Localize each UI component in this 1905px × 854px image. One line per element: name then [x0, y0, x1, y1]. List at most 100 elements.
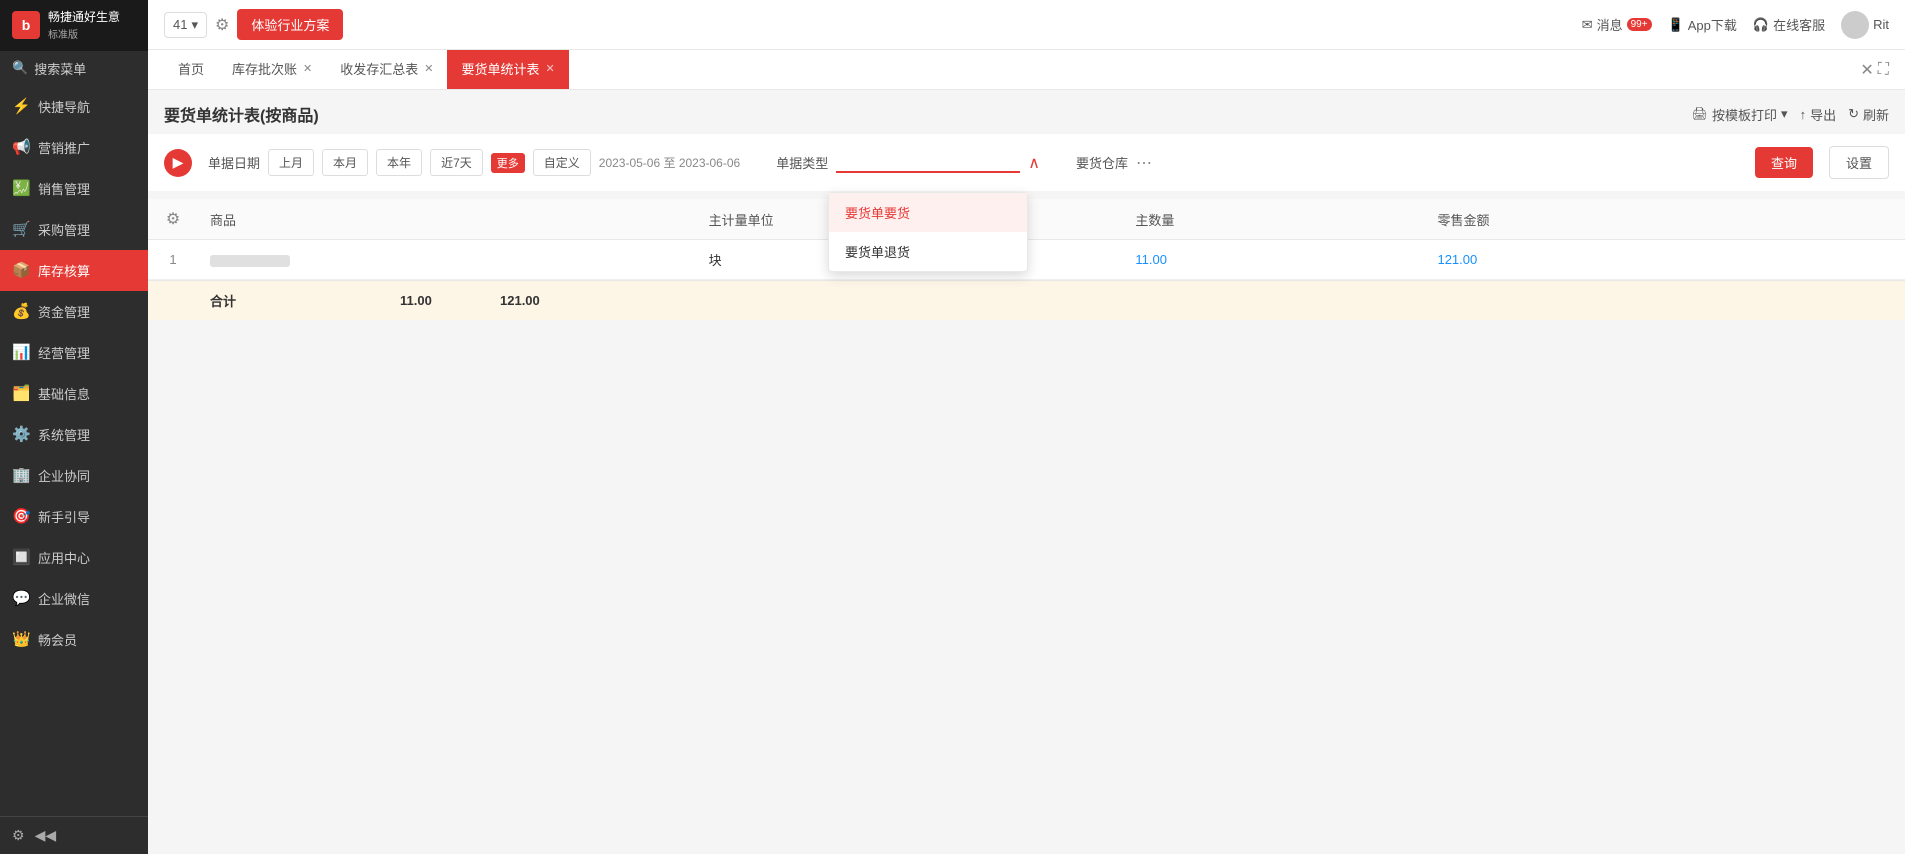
col-amount: 零售金额: [1425, 199, 1789, 240]
sidebar-item-inventory[interactable]: 📦 库存核算: [0, 250, 148, 291]
dropdown-item-order-return[interactable]: 要货单退货: [829, 232, 1027, 271]
warehouse-label: 要货仓库: [1076, 153, 1128, 172]
tab-receive-summary-close[interactable]: ✕: [424, 62, 433, 75]
sidebar-item-operations[interactable]: 📊 经营管理: [0, 332, 148, 373]
print-icon: 🖨: [1692, 106, 1709, 122]
system-icon: ⚙️: [12, 425, 30, 443]
col-gear: ⚙: [148, 199, 198, 240]
product-placeholder: [210, 255, 290, 267]
date-7days-btn[interactable]: 近7天: [430, 149, 483, 176]
messages-action[interactable]: ✉ 消息 99+: [1582, 15, 1652, 34]
date-range-text: 2023-05-06 至 2023-06-06: [599, 154, 740, 171]
table-settings-icon[interactable]: ⚙: [166, 211, 180, 228]
sidebar-bottom: ⚙ ◀◀: [0, 816, 148, 854]
member-icon: 👑: [12, 630, 30, 648]
tab-order-summary-close[interactable]: ✕: [546, 62, 555, 75]
tab-home[interactable]: 首页: [164, 50, 218, 89]
app-sub: 标准版: [48, 26, 120, 41]
online-service-action[interactable]: 🎧 在线客服: [1753, 15, 1825, 34]
logo-icon: b: [12, 11, 40, 39]
print-button[interactable]: 🖨 按模板打印 ▾: [1692, 105, 1788, 124]
sidebar-item-member[interactable]: 👑 畅会员: [0, 619, 148, 660]
sidebar-item-system[interactable]: ⚙️ 系统管理: [0, 414, 148, 455]
sidebar-item-finance[interactable]: 💰 资金管理: [0, 291, 148, 332]
page-title: 要货单统计表(按商品): [164, 102, 319, 126]
date-this-year-btn[interactable]: 本年: [376, 149, 422, 176]
sidebar: b 畅捷通好生意 标准版 🔍 搜索菜单 ⚡ 快捷导航 📢 营销推广 💹 销售管理…: [0, 0, 148, 854]
warehouse-more-icon[interactable]: ⋯: [1136, 153, 1152, 173]
sidebar-item-label: 资金管理: [38, 302, 90, 321]
tabbar-expand[interactable]: ⛶: [1878, 61, 1889, 79]
export-button[interactable]: ↑ 导出: [1800, 105, 1837, 124]
type-input[interactable]: [836, 152, 1020, 173]
cell-quantity: 11.00: [1123, 240, 1425, 280]
sidebar-item-wechat[interactable]: 💬 企业微信: [0, 578, 148, 619]
sidebar-item-quick-nav[interactable]: ⚡ 快捷导航: [0, 86, 148, 127]
message-icon: ✉: [1582, 17, 1593, 33]
sidebar-collapse-icon[interactable]: ◀◀: [35, 827, 57, 844]
sidebar-item-label: 库存核算: [38, 261, 90, 280]
app-center-icon: 🔲: [12, 548, 30, 566]
sidebar-item-sales[interactable]: 💹 销售管理: [0, 168, 148, 209]
dropdown-item-label: 要货单退货: [845, 245, 910, 260]
search-icon: 🔍: [12, 60, 28, 76]
tab-inventory-batch[interactable]: 库存批次账 ✕: [218, 50, 326, 89]
type-label: 单据类型: [776, 153, 828, 172]
messages-badge: 99+: [1627, 18, 1652, 31]
tab-inventory-batch-close[interactable]: ✕: [303, 62, 312, 75]
app-title: 畅捷通好生意: [48, 10, 120, 26]
service-label: 在线客服: [1773, 15, 1825, 34]
export-label: 导出: [1810, 105, 1836, 124]
set-button[interactable]: 设置: [1829, 146, 1889, 179]
user-profile[interactable]: Rit: [1841, 11, 1889, 39]
filter-expand-button[interactable]: ▶: [164, 149, 192, 177]
export-icon: ↑: [1800, 107, 1807, 122]
table-footer: 合计 11.00 121.00: [148, 280, 1905, 320]
sidebar-item-label: 企业协同: [38, 466, 90, 485]
date-last-month-btn[interactable]: 上月: [268, 149, 314, 176]
topbar-left: 41 ▾ ⚙ 体验行业方案: [164, 9, 1570, 40]
sidebar-item-app-center[interactable]: 🔲 应用中心: [0, 537, 148, 578]
trial-button[interactable]: 体验行业方案: [237, 9, 343, 40]
date-this-month-btn[interactable]: 本月: [322, 149, 368, 176]
company-selector[interactable]: 41 ▾: [164, 12, 207, 38]
tab-order-summary[interactable]: 要货单统计表 ✕: [447, 50, 568, 89]
topbar-settings-icon[interactable]: ⚙: [215, 15, 229, 35]
dropdown-item-order-goods[interactable]: 要货单要货: [829, 193, 1027, 232]
date-more-badge[interactable]: 更多: [491, 153, 525, 173]
app-download-label: App下载: [1688, 15, 1737, 34]
tab-receive-summary[interactable]: 收发存汇总表 ✕: [326, 50, 447, 89]
avatar: [1841, 11, 1869, 39]
tabbar-close-all[interactable]: ✕: [1860, 60, 1873, 80]
type-clear-icon[interactable]: ∧: [1028, 153, 1040, 173]
sidebar-item-basic-info[interactable]: 🗂️ 基础信息: [0, 373, 148, 414]
filter-area: ▶ 单据日期 上月 本月 本年 近7天 更多 自定义 2023-05-06 至 …: [148, 134, 1905, 191]
date-custom-btn[interactable]: 自定义: [533, 149, 591, 176]
sidebar-item-label: 企业微信: [38, 589, 90, 608]
sidebar-item-marketing[interactable]: 📢 营销推广: [0, 127, 148, 168]
sidebar-item-enterprise[interactable]: 🏢 企业协同: [0, 455, 148, 496]
sidebar-item-label: 新手引导: [38, 507, 90, 526]
sidebar-search[interactable]: 🔍 搜索菜单: [0, 51, 148, 86]
filter-date-row: 单据日期 上月 本月 本年 近7天 更多 自定义 2023-05-06 至 20…: [208, 149, 740, 176]
enterprise-icon: 🏢: [12, 466, 30, 484]
page-actions: 🖨 按模板打印 ▾ ↑ 导出 ↻ 刷新: [1692, 105, 1890, 124]
sidebar-item-label: 销售管理: [38, 179, 90, 198]
tab-home-label: 首页: [178, 59, 204, 78]
app-download-action[interactable]: 📱 App下载: [1668, 15, 1737, 34]
query-button[interactable]: 查询: [1755, 147, 1813, 178]
sidebar-item-purchase[interactable]: 🛒 采购管理: [0, 209, 148, 250]
service-icon: 🎧: [1753, 17, 1769, 33]
quick-nav-icon: ⚡: [12, 97, 30, 115]
guide-icon: 🎯: [12, 507, 30, 525]
company-name: 41: [173, 17, 187, 32]
refresh-button[interactable]: ↻ 刷新: [1848, 105, 1889, 124]
sidebar-item-label: 经营管理: [38, 343, 90, 362]
sidebar-item-label: 畅会员: [38, 630, 77, 649]
messages-label: 消息: [1597, 15, 1623, 34]
sidebar-item-guide[interactable]: 🎯 新手引导: [0, 496, 148, 537]
sidebar-settings-icon[interactable]: ⚙: [12, 827, 25, 844]
amount-link[interactable]: 121.00: [1437, 252, 1477, 267]
quantity-link[interactable]: 11.00: [1135, 252, 1167, 267]
purchase-icon: 🛒: [12, 220, 30, 238]
